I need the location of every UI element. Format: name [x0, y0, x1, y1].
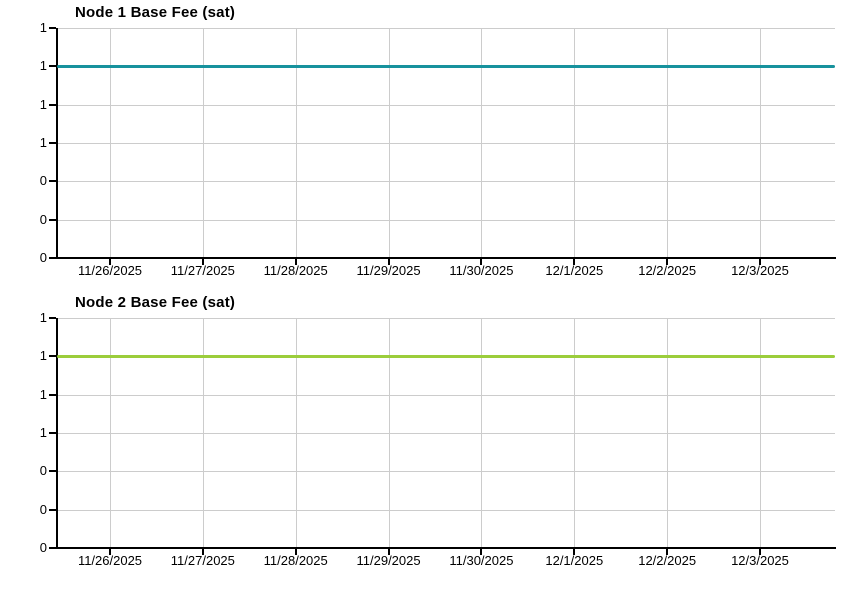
- vertical-gridline: [202, 28, 204, 258]
- y-tick-label: 1: [39, 348, 47, 364]
- x-tick-label: 12/1/2025: [545, 263, 604, 278]
- x-tick-label: 12/2/2025: [638, 263, 697, 278]
- vertical-gridline: [481, 28, 483, 258]
- x-tick-label: 11/27/2025: [170, 553, 235, 568]
- y-tick-mark: [49, 218, 56, 221]
- horizontal-gridline: [57, 471, 835, 473]
- y-tick-label: 1: [39, 135, 47, 150]
- horizontal-gridline: [57, 181, 835, 183]
- vertical-gridline: [574, 318, 576, 548]
- y-tick-mark: [49, 508, 56, 511]
- y-tick-mark: [49, 317, 56, 319]
- y-tick-mark: [49, 27, 56, 29]
- y-tick-label: 1: [39, 425, 47, 440]
- y-tick-mark: [49, 470, 56, 473]
- chart-title: Node 2 Base Fee (sat): [75, 294, 236, 311]
- series-line: [57, 64, 835, 68]
- y-tick-mark: [49, 65, 56, 68]
- y-tick-label: 0: [39, 173, 47, 189]
- y-tick-label: 1: [39, 58, 47, 74]
- vertical-gridline: [388, 318, 390, 548]
- y-tick-label: 0: [39, 540, 47, 555]
- vertical-gridline: [574, 28, 576, 258]
- x-tick-label: 11/26/2025: [77, 553, 143, 568]
- vertical-gridline: [388, 28, 390, 258]
- chart-node-2-base-fee: Node 2 Base Fee (sat) 1 1 1 1 0 0 0 11/26/2025 1…: [0, 290, 860, 580]
- y-tick-label: 0: [39, 501, 47, 517]
- horizontal-gridline: [57, 318, 835, 319]
- series-line: [57, 354, 835, 358]
- chart-title: Node 1 Base Fee (sat): [75, 4, 236, 21]
- charts-dashboard: Node 1 Base Fee (sat) 1 1 1 1 0 0 0 11/26/2025 1…: [0, 0, 860, 600]
- horizontal-gridline: [57, 143, 835, 144]
- y-tick-mark: [49, 432, 56, 434]
- horizontal-gridline: [57, 104, 835, 106]
- plot-area: 1 1 1 1 0 0 0 11/26/2025 11/27/2025 11/28/2025 11/…: [40, 310, 836, 568]
- y-tick-mark: [49, 142, 56, 144]
- x-tick-label: 11/26/2025: [77, 263, 143, 278]
- y-tick-mark: [49, 547, 56, 549]
- x-tick-label: 12/2/2025: [638, 553, 697, 568]
- horizontal-gridline: [57, 219, 835, 221]
- x-tick-label: 11/29/2025: [356, 263, 421, 278]
- x-tick-label: 12/1/2025: [545, 553, 604, 568]
- vertical-gridline: [110, 318, 111, 548]
- vertical-gridline: [667, 318, 669, 548]
- y-tick-mark: [49, 103, 56, 106]
- chart-node-1-base-fee: Node 1 Base Fee (sat) 1 1 1 1 0 0 0 11/26/2025 1…: [0, 0, 860, 290]
- vertical-gridline: [110, 28, 111, 258]
- vertical-gridline: [667, 28, 669, 258]
- x-tick-label: 11/27/2025: [170, 263, 235, 278]
- horizontal-gridline: [57, 394, 835, 396]
- y-tick-mark: [49, 180, 56, 183]
- y-tick-label: 1: [39, 310, 47, 325]
- vertical-gridline: [202, 318, 204, 548]
- y-tick-label: 1: [39, 386, 47, 402]
- y-tick-label: 1: [39, 20, 47, 35]
- y-tick-label: 0: [39, 463, 47, 479]
- y-tick-label: 0: [39, 250, 47, 265]
- horizontal-gridline: [57, 509, 835, 511]
- x-tick-label: 11/29/2025: [356, 553, 421, 568]
- x-tick-label: 11/28/2025: [263, 553, 328, 568]
- vertical-gridline: [759, 28, 761, 258]
- horizontal-gridline: [57, 28, 835, 29]
- y-tick-mark: [49, 355, 56, 358]
- y-tick-label: 0: [39, 211, 47, 227]
- x-tick-label: 12/3/2025: [731, 263, 789, 278]
- x-tick-label: 12/3/2025: [731, 553, 789, 568]
- vertical-gridline: [295, 28, 297, 258]
- x-tick-label: 11/30/2025: [449, 553, 514, 568]
- y-axis-line: [56, 28, 58, 259]
- x-tick-label: 11/30/2025: [449, 263, 514, 278]
- y-tick-mark: [49, 257, 56, 259]
- x-axis-line: [56, 547, 836, 549]
- x-axis-line: [56, 257, 836, 259]
- vertical-gridline: [759, 318, 761, 548]
- vertical-gridline: [295, 318, 297, 548]
- y-tick-label: 1: [39, 96, 47, 112]
- x-tick-label: 11/28/2025: [263, 263, 328, 278]
- vertical-gridline: [481, 318, 483, 548]
- y-tick-mark: [49, 393, 56, 396]
- plot-area: 1 1 1 1 0 0 0 11/26/2025 11/27/2025 11/28/2025 11/…: [40, 20, 836, 278]
- y-axis-line: [56, 318, 58, 549]
- horizontal-gridline: [57, 433, 835, 434]
